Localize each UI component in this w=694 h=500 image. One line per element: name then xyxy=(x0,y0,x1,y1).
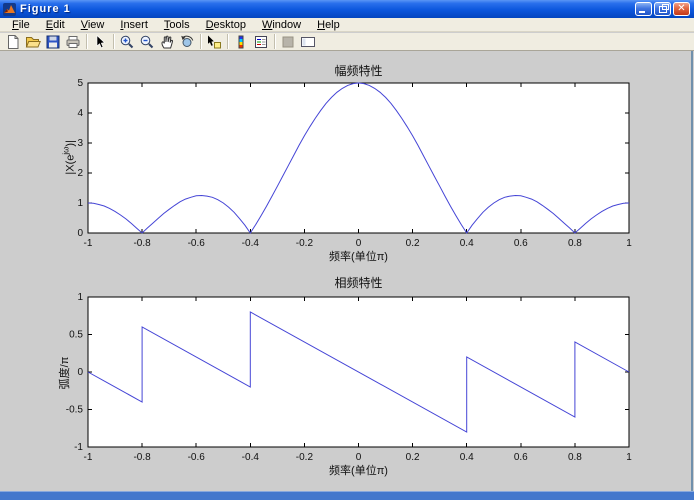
phase-ylabel: 弧度/π xyxy=(59,356,71,390)
phase-xlabel: 频率(单位π) xyxy=(329,465,388,477)
menu-desktop[interactable]: Desktop xyxy=(198,19,254,31)
menu-tools[interactable]: Tools xyxy=(156,19,198,31)
minimize-icon xyxy=(639,11,645,13)
menu-file[interactable]: File xyxy=(4,19,38,31)
phase-ytick-label: 1 xyxy=(77,292,83,303)
window-right-border xyxy=(691,51,693,492)
phase-ytick-label: 0 xyxy=(77,367,83,378)
magnitude-ytick-label: 4 xyxy=(77,108,83,119)
menu-bar: File Edit View Insert Tools Desktop Wind… xyxy=(0,18,694,32)
menu-insert[interactable]: Insert xyxy=(112,19,156,31)
menu-view[interactable]: View xyxy=(73,19,113,31)
figure-toolbar xyxy=(0,33,694,51)
minimize-button[interactable] xyxy=(635,2,652,16)
magnitude-ytick-label: 3 xyxy=(77,138,83,149)
magnitude-plot-title: 幅频特性 xyxy=(334,64,383,78)
menu-help[interactable]: Help xyxy=(309,19,348,31)
magnitude-ylabel: |X(ejω)| xyxy=(61,140,77,175)
insert-colorbar-icon[interactable] xyxy=(231,33,251,50)
new-document-icon[interactable] xyxy=(3,33,23,50)
close-icon: ✕ xyxy=(677,3,686,14)
toolbar-separator xyxy=(113,34,114,49)
phase-ytick-label: -1 xyxy=(74,442,83,453)
menu-edit[interactable]: Edit xyxy=(38,19,73,31)
magnitude-ytick-label: 0 xyxy=(77,228,83,239)
toolbar-separator xyxy=(200,34,201,49)
magnitude-xlabel: 频率(单位π) xyxy=(329,251,388,263)
figure-canvas: -1 -0.8 -0.6 -0.4 -0.2 0 0.2 0.4 0.6 0.8 1 0 1 2 3 4 5 -1… xyxy=(0,51,694,492)
magnitude-ytick-label: 1 xyxy=(77,198,83,209)
zoom-out-icon[interactable] xyxy=(137,33,157,50)
restore-button[interactable] xyxy=(654,2,671,16)
window-title: Figure 1 xyxy=(20,3,71,15)
open-folder-icon[interactable] xyxy=(23,33,43,50)
arrow-cursor-icon[interactable] xyxy=(90,33,110,50)
menu-window[interactable]: Window xyxy=(254,19,309,31)
phase-plot-title: 相频特性 xyxy=(334,276,383,290)
restore-icon xyxy=(659,4,669,13)
magnitude-axes-box xyxy=(87,82,630,234)
title-bar[interactable]: Figure 1 ✕ xyxy=(0,0,694,18)
blank-square-icon[interactable] xyxy=(278,33,298,50)
print-icon[interactable] xyxy=(63,33,83,50)
data-cursor-icon[interactable] xyxy=(204,33,224,50)
toolbar-separator xyxy=(274,34,275,49)
plot-panel-icon[interactable] xyxy=(298,33,318,50)
zoom-in-icon[interactable] xyxy=(117,33,137,50)
figure-window: Figure 1 ✕ File Edit View Insert Tools D… xyxy=(0,0,694,500)
insert-legend-icon[interactable] xyxy=(251,33,271,50)
pan-hand-icon[interactable] xyxy=(157,33,177,50)
magnitude-ytick-label: 5 xyxy=(77,78,83,89)
window-controls: ✕ xyxy=(635,2,690,16)
toolbar-separator xyxy=(227,34,228,49)
matlab-logo-icon xyxy=(3,2,16,16)
plots-svg[interactable]: -1 -0.8 -0.6 -0.4 -0.2 0 0.2 0.4 0.6 0.8 1012345-1… xyxy=(0,51,694,492)
rotate-3d-icon[interactable] xyxy=(177,33,197,50)
toolbar-separator xyxy=(86,34,87,49)
close-button[interactable]: ✕ xyxy=(673,2,690,16)
save-icon[interactable] xyxy=(43,33,63,50)
magnitude-ytick-label: 2 xyxy=(77,168,83,179)
window-bottom-border xyxy=(0,491,694,500)
